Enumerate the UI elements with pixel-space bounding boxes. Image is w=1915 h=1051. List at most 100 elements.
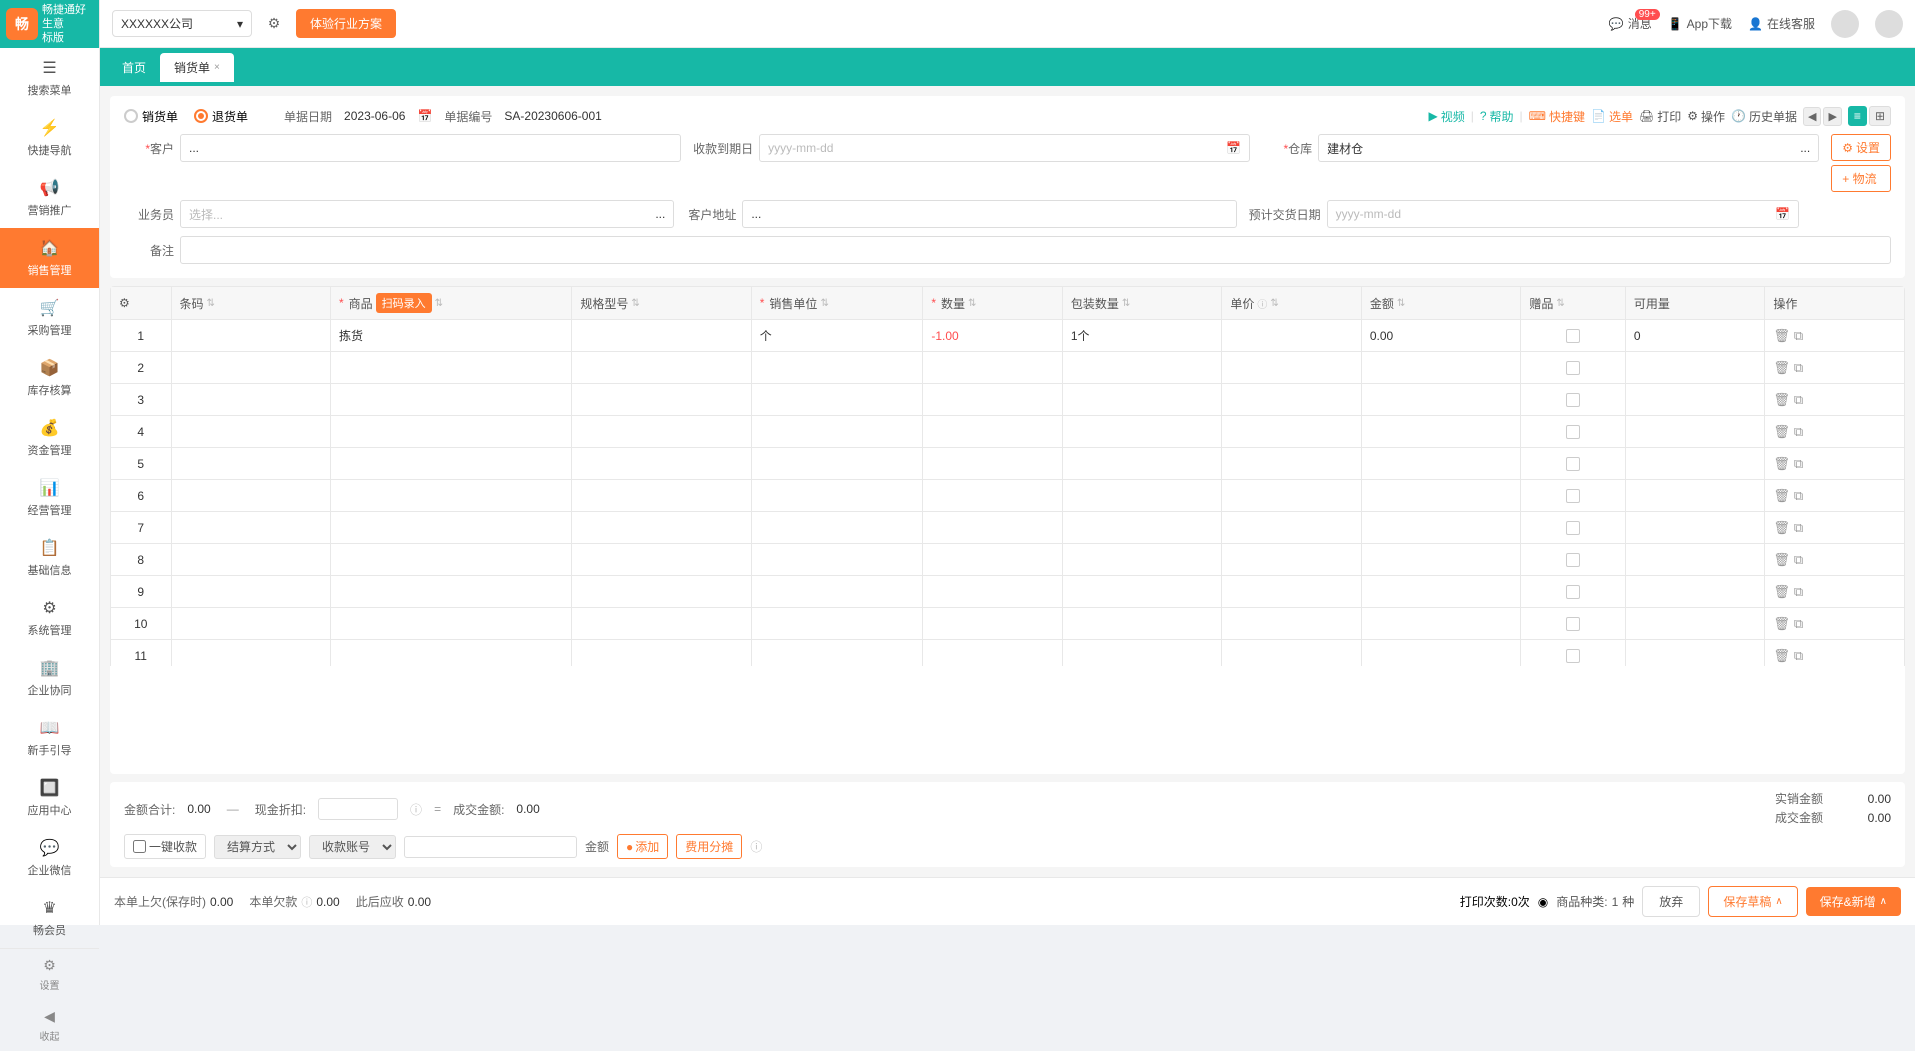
sidebar-item-inventory[interactable]: 📦 库存核算 bbox=[0, 348, 99, 408]
help-btn[interactable]: ? 帮助 bbox=[1480, 108, 1514, 125]
th-settings[interactable]: ⚙ bbox=[111, 287, 172, 320]
th-unit[interactable]: *销售单位⇅ bbox=[751, 287, 923, 320]
delete-icon[interactable]: 🗑 bbox=[1773, 392, 1790, 408]
delete-icon[interactable]: 🗑 bbox=[1773, 456, 1790, 472]
customer-input[interactable]: ... bbox=[180, 134, 681, 162]
copy-icon-1[interactable]: ⧉ bbox=[1794, 328, 1803, 344]
row-amount-1[interactable]: 0.00 bbox=[1361, 320, 1520, 352]
sidebar-item-enterprise[interactable]: 🏢 企业协同 bbox=[0, 648, 99, 708]
prev-btn[interactable]: ◀ bbox=[1803, 107, 1821, 126]
copy-icon[interactable]: ⧉ bbox=[1794, 520, 1803, 536]
settings-btn[interactable]: ⚙ 设置 bbox=[1831, 134, 1891, 161]
amount-field[interactable] bbox=[404, 836, 577, 858]
view-grid-btn[interactable]: ⊞ bbox=[1869, 106, 1891, 126]
due-date-input[interactable]: yyyy-mm-dd 📅 bbox=[759, 134, 1250, 162]
salesperson-input[interactable]: 选择... ... bbox=[180, 200, 674, 228]
add-payment-btn[interactable]: ● 添加 bbox=[617, 834, 668, 859]
row-spec-1[interactable] bbox=[572, 320, 751, 352]
copy-icon[interactable]: ⧉ bbox=[1794, 616, 1803, 632]
sidebar-item-marketing[interactable]: 📢 营销推广 bbox=[0, 168, 99, 228]
shortcut-btn[interactable]: ⌨ 快捷键 bbox=[1529, 108, 1585, 125]
user-avatar-2[interactable] bbox=[1875, 10, 1903, 38]
user-avatar[interactable] bbox=[1831, 10, 1859, 38]
sidebar-item-enterprise-wechat[interactable]: 💬 企业微信 bbox=[0, 828, 99, 888]
due-date-calendar-icon[interactable]: 📅 bbox=[1226, 141, 1241, 155]
delete-icon[interactable]: 🗑 bbox=[1773, 424, 1790, 440]
tab-home[interactable]: 首页 bbox=[108, 53, 160, 82]
sidebar-item-system[interactable]: ⚙ 系统管理 bbox=[0, 588, 99, 648]
fee-help-icon[interactable]: ⓘ bbox=[750, 838, 762, 855]
row-gift-1[interactable] bbox=[1521, 320, 1625, 352]
logistics-btn[interactable]: + 物流 bbox=[1831, 165, 1891, 192]
save-new-btn[interactable]: 保存&新增 ∧ bbox=[1806, 887, 1901, 916]
video-btn[interactable]: ▶ 视频 bbox=[1428, 108, 1464, 125]
tab-sales-order[interactable]: 销货单 × bbox=[160, 53, 234, 82]
customer-addr-input[interactable]: ... bbox=[742, 200, 1236, 228]
operation-btn[interactable]: ⚙ 操作 bbox=[1687, 108, 1725, 125]
radio-return-order[interactable]: 退货单 bbox=[194, 108, 248, 125]
trial-button[interactable]: 体验行业方案 bbox=[296, 9, 396, 38]
save-draft-btn[interactable]: 保存草稿 ∧ bbox=[1708, 886, 1797, 917]
message-btn[interactable]: 💬 消息 99+ bbox=[1609, 15, 1652, 32]
sidebar-settings-btn[interactable]: ⚙ 设置 bbox=[0, 949, 99, 1000]
th-amount[interactable]: 金额⇅ bbox=[1361, 287, 1520, 320]
radio-sales-order[interactable]: 销货单 bbox=[124, 108, 178, 125]
copy-icon[interactable]: ⧉ bbox=[1794, 360, 1803, 376]
row-goods-1[interactable]: 拣货 bbox=[330, 320, 571, 352]
delete-icon-1[interactable]: 🗑 bbox=[1773, 328, 1790, 344]
history-btn[interactable]: 🕐 历史单据 bbox=[1731, 108, 1797, 125]
sidebar-item-member[interactable]: ♛ 畅会员 bbox=[0, 888, 99, 948]
copy-icon[interactable]: ⧉ bbox=[1794, 488, 1803, 504]
row-pack-1[interactable]: 1个 bbox=[1062, 320, 1221, 352]
row-unit-1[interactable]: 个 bbox=[751, 320, 923, 352]
sidebar-item-purchase[interactable]: 🛒 采购管理 bbox=[0, 288, 99, 348]
next-btn[interactable]: ▶ bbox=[1823, 107, 1841, 126]
remark-input[interactable] bbox=[180, 236, 1891, 264]
row-barcode-1[interactable] bbox=[171, 320, 330, 352]
doc-debt-info[interactable]: ⓘ bbox=[301, 894, 312, 910]
company-selector[interactable]: XXXXXX公司 ▾ bbox=[112, 10, 252, 37]
row-price-1[interactable] bbox=[1222, 320, 1362, 352]
sidebar-item-search[interactable]: ☰ 搜索菜单 bbox=[0, 48, 99, 108]
copy-icon[interactable]: ⧉ bbox=[1794, 392, 1803, 408]
warehouse-input[interactable]: 建材仓 ... bbox=[1318, 134, 1819, 162]
th-goods[interactable]: *商品 扫码录入 ⇅ bbox=[330, 287, 571, 320]
sidebar-collapse-btn[interactable]: ◀ 收起 bbox=[0, 1000, 99, 1051]
discount-help-icon[interactable]: ⓘ bbox=[410, 801, 422, 818]
copy-icon[interactable]: ⧉ bbox=[1794, 424, 1803, 440]
delivery-date-input[interactable]: yyyy-mm-dd 📅 bbox=[1327, 200, 1799, 228]
sidebar-item-guide[interactable]: 📖 新手引导 bbox=[0, 708, 99, 768]
delete-icon[interactable]: 🗑 bbox=[1773, 488, 1790, 504]
app-download-btn[interactable]: 📱 App下载 bbox=[1668, 15, 1732, 32]
delivery-date-calendar-icon[interactable]: 📅 bbox=[1775, 207, 1790, 221]
sidebar-item-sales[interactable]: 🏠 销售管理 bbox=[0, 228, 99, 288]
delete-icon[interactable]: 🗑 bbox=[1773, 552, 1790, 568]
delete-icon[interactable]: 🗑 bbox=[1773, 360, 1790, 376]
sidebar-item-app-center[interactable]: 🔲 应用中心 bbox=[0, 768, 99, 828]
one-click-checkbox[interactable] bbox=[133, 840, 146, 853]
th-gift[interactable]: 赠品⇅ bbox=[1521, 287, 1625, 320]
copy-icon[interactable]: ⧉ bbox=[1794, 648, 1803, 664]
sidebar-item-quick-nav[interactable]: ⚡ 快捷导航 bbox=[0, 108, 99, 168]
copy-icon[interactable]: ⧉ bbox=[1794, 456, 1803, 472]
sidebar-item-operation[interactable]: 📊 经营管理 bbox=[0, 468, 99, 528]
th-price[interactable]: 单价ⓘ⇅ bbox=[1222, 287, 1362, 320]
account-select[interactable]: 收款账号 bbox=[309, 835, 396, 859]
th-barcode[interactable]: 条码⇅ bbox=[171, 287, 330, 320]
one-click-payment-btn[interactable]: 一键收款 bbox=[124, 834, 206, 859]
fee-split-btn[interactable]: 费用分摊 bbox=[676, 834, 742, 859]
delete-icon[interactable]: 🗑 bbox=[1773, 648, 1790, 664]
discard-btn[interactable]: 放弃 bbox=[1642, 886, 1700, 917]
topbar-gear-btn[interactable]: ⚙ bbox=[260, 10, 288, 38]
th-spec[interactable]: 规格型号⇅ bbox=[572, 287, 751, 320]
online-support-btn[interactable]: 👤 在线客服 bbox=[1748, 15, 1815, 32]
th-qty[interactable]: *数量⇅ bbox=[923, 287, 1063, 320]
delete-icon[interactable]: 🗑 bbox=[1773, 616, 1790, 632]
select-btn[interactable]: 📄 选单 bbox=[1591, 108, 1633, 125]
payment-method-select[interactable]: 结算方式 bbox=[214, 835, 301, 859]
view-list-btn[interactable]: ≡ bbox=[1848, 106, 1867, 126]
copy-icon[interactable]: ⧉ bbox=[1794, 584, 1803, 600]
row-qty-1[interactable]: -1.00 bbox=[923, 320, 1063, 352]
discount-input[interactable] bbox=[318, 798, 398, 820]
sidebar-item-basic-info[interactable]: 📋 基础信息 bbox=[0, 528, 99, 588]
